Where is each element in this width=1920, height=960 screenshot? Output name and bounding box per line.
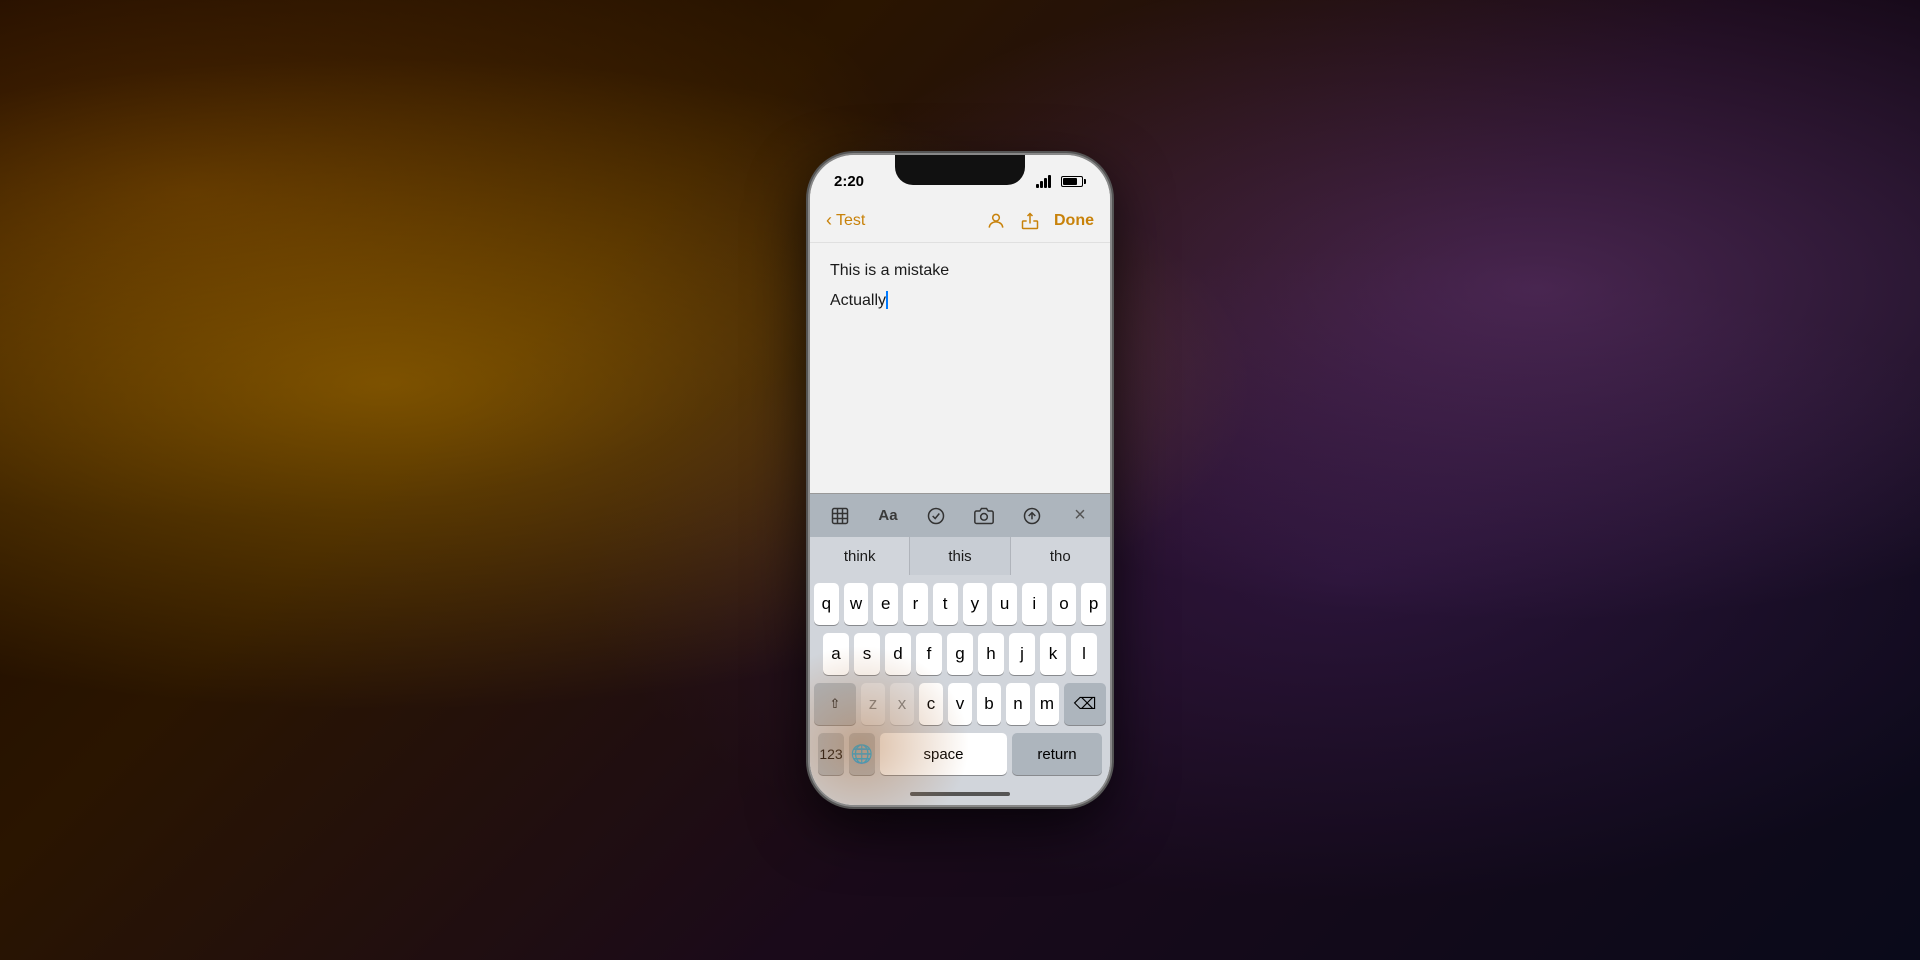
- back-label: Test: [836, 212, 865, 230]
- home-bar: [910, 792, 1010, 796]
- key-row-1: q w e r t y u i o p: [814, 583, 1106, 625]
- key-t[interactable]: t: [933, 583, 958, 625]
- autocomplete-tho[interactable]: tho: [1011, 537, 1110, 575]
- share-icon[interactable]: [1020, 211, 1040, 231]
- table-icon[interactable]: [826, 502, 854, 530]
- key-row-2: a s d f g h j k l: [814, 633, 1106, 675]
- key-b[interactable]: b: [977, 683, 1001, 725]
- key-x[interactable]: x: [890, 683, 914, 725]
- key-space[interactable]: space: [880, 733, 1007, 775]
- key-j[interactable]: j: [1009, 633, 1035, 675]
- key-row-3: ⇧ z x c v b n m ⌫: [814, 683, 1106, 725]
- status-icons: 𝔿: [1036, 174, 1086, 188]
- notch: [895, 155, 1025, 185]
- key-q[interactable]: q: [814, 583, 839, 625]
- back-button[interactable]: ‹ Test: [826, 210, 865, 231]
- key-delete[interactable]: ⌫: [1064, 683, 1106, 725]
- note-line-2: Actually: [830, 289, 1090, 313]
- back-chevron-icon: ‹: [826, 210, 832, 231]
- key-o[interactable]: o: [1052, 583, 1077, 625]
- text-cursor: [886, 291, 888, 309]
- key-n[interactable]: n: [1006, 683, 1030, 725]
- done-button[interactable]: Done: [1054, 212, 1094, 230]
- key-m[interactable]: m: [1035, 683, 1059, 725]
- arrow-up-circle-icon[interactable]: [1018, 502, 1046, 530]
- key-emoji[interactable]: 🌐: [849, 733, 875, 775]
- key-return[interactable]: return: [1012, 733, 1102, 775]
- key-f[interactable]: f: [916, 633, 942, 675]
- key-l[interactable]: l: [1071, 633, 1097, 675]
- status-time: 2:20: [834, 173, 864, 190]
- key-i[interactable]: i: [1022, 583, 1047, 625]
- key-g[interactable]: g: [947, 633, 973, 675]
- note-line-2-text: Actually: [830, 292, 886, 309]
- key-y[interactable]: y: [963, 583, 988, 625]
- key-a[interactable]: a: [823, 633, 849, 675]
- signal-icon: [1036, 175, 1051, 188]
- key-k[interactable]: k: [1040, 633, 1066, 675]
- autocomplete-this[interactable]: this: [910, 537, 1010, 575]
- key-v[interactable]: v: [948, 683, 972, 725]
- key-z[interactable]: z: [861, 683, 885, 725]
- key-s[interactable]: s: [854, 633, 880, 675]
- battery-icon: [1061, 176, 1086, 187]
- phone-frame: 2:20 𝔿 ‹ Tes: [810, 155, 1110, 805]
- home-indicator: [810, 783, 1110, 805]
- note-line-1: This is a mistake: [830, 259, 1090, 283]
- nav-bar: ‹ Test Done: [810, 199, 1110, 243]
- format-text-icon[interactable]: Aa: [874, 502, 902, 530]
- checkmark-icon[interactable]: [922, 502, 950, 530]
- key-numbers[interactable]: 123: [818, 733, 844, 775]
- key-row-bottom: 123 🌐 space return: [814, 733, 1106, 775]
- close-keyboard-icon[interactable]: ×: [1066, 502, 1094, 530]
- key-r[interactable]: r: [903, 583, 928, 625]
- key-h[interactable]: h: [978, 633, 1004, 675]
- note-content[interactable]: This is a mistake Actually: [810, 243, 1110, 493]
- person-icon[interactable]: [986, 211, 1006, 231]
- autocomplete-bar: think this tho: [810, 537, 1110, 575]
- key-d[interactable]: d: [885, 633, 911, 675]
- key-c[interactable]: c: [919, 683, 943, 725]
- camera-icon[interactable]: [970, 502, 998, 530]
- key-p[interactable]: p: [1081, 583, 1106, 625]
- nav-actions: Done: [986, 211, 1094, 231]
- key-shift[interactable]: ⇧: [814, 683, 856, 725]
- keyboard-toolbar: Aa ×: [810, 493, 1110, 537]
- key-u[interactable]: u: [992, 583, 1017, 625]
- phone-container: 2:20 𝔿 ‹ Tes: [800, 134, 1120, 827]
- autocomplete-think[interactable]: think: [810, 537, 910, 575]
- key-w[interactable]: w: [844, 583, 869, 625]
- keyboard[interactable]: q w e r t y u i o p a s d f g h j k: [810, 575, 1110, 783]
- key-e[interactable]: e: [873, 583, 898, 625]
